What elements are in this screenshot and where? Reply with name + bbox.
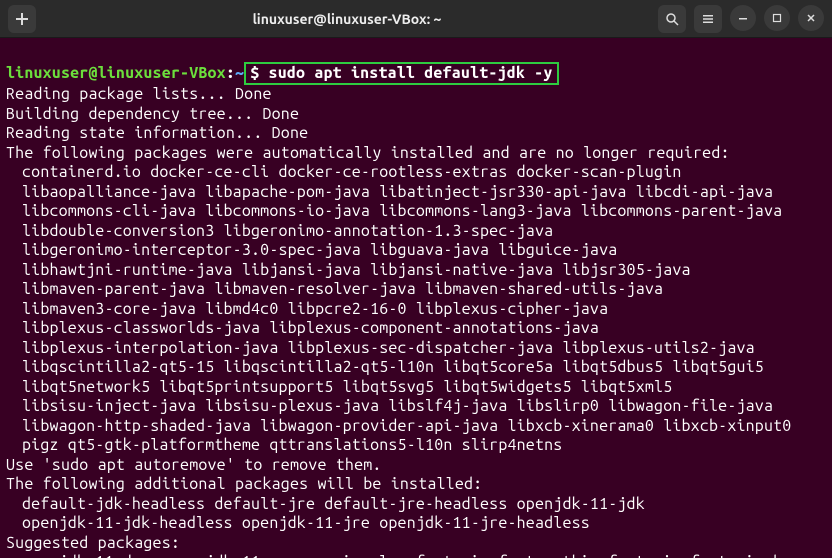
output-line: Building dependency tree... Done bbox=[6, 105, 299, 123]
output-line: openjdk-11-demo openjdk-11-source visual… bbox=[6, 553, 826, 558]
menu-button[interactable] bbox=[694, 5, 722, 33]
output-line: libsisu-inject-java libsisu-plexus-java … bbox=[6, 397, 826, 417]
new-tab-button[interactable] bbox=[8, 5, 36, 33]
output-line: libhawtjni-runtime-java libjansi-java li… bbox=[6, 261, 826, 281]
output-line: libdouble-conversion3 libgeronimo-annota… bbox=[6, 222, 826, 242]
prompt-symbol: $ bbox=[250, 64, 259, 82]
output-line: The following additional packages will b… bbox=[6, 475, 482, 493]
prompt-colon: : bbox=[226, 64, 235, 82]
output-line: libplexus-classworlds-java libplexus-com… bbox=[6, 319, 826, 339]
output-line: libaopalliance-java libapache-pom-java l… bbox=[6, 183, 826, 203]
output-line: libwagon-http-shaded-java libwagon-provi… bbox=[6, 417, 826, 437]
output-line: openjdk-11-jdk-headless openjdk-11-jre o… bbox=[6, 514, 826, 534]
terminal-viewport[interactable]: linuxuser@linuxuser-VBox:~$ sudo apt ins… bbox=[0, 38, 832, 558]
window-title: linuxuser@linuxuser-VBox: ~ bbox=[44, 11, 650, 27]
output-line: libqt5network5 libqt5printsupport5 libqt… bbox=[6, 378, 826, 398]
maximize-button[interactable] bbox=[764, 5, 790, 31]
command-highlight: $ sudo apt install default-jdk -y bbox=[244, 62, 558, 86]
minimize-button[interactable] bbox=[730, 5, 756, 31]
output-line: Reading state information... Done bbox=[6, 124, 308, 142]
search-button[interactable] bbox=[658, 5, 686, 33]
output-line: libqscintilla2-qt5-15 libqscintilla2-qt5… bbox=[6, 358, 826, 378]
output-line: pigz qt5-gtk-platformtheme qttranslation… bbox=[6, 436, 826, 456]
output-line: Reading package lists... Done bbox=[6, 85, 272, 103]
close-button[interactable] bbox=[798, 5, 824, 31]
prompt-user-host: linuxuser@linuxuser-VBox bbox=[6, 64, 226, 82]
prompt-path: ~ bbox=[235, 64, 244, 82]
prompt-line: linuxuser@linuxuser-VBox:~ $ sudo apt ins… bbox=[6, 64, 559, 82]
output-line: libmaven3-core-java libmd4c0 libpcre2-16… bbox=[6, 300, 826, 320]
output-line: The following packages were automaticall… bbox=[6, 144, 730, 162]
output-line: default-jdk-headless default-jre default… bbox=[6, 495, 826, 515]
output-line: libmaven-parent-java libmaven-resolver-j… bbox=[6, 280, 826, 300]
output-line: libgeronimo-interceptor-3.0-spec-java li… bbox=[6, 241, 826, 261]
output-line: containerd.io docker-ce-cli docker-ce-ro… bbox=[6, 163, 826, 183]
output-line: libcommons-cli-java libcommons-io-java l… bbox=[6, 202, 826, 222]
output-line: Suggested packages: bbox=[6, 534, 180, 552]
output-line: Use 'sudo apt autoremove' to remove them… bbox=[6, 456, 382, 474]
output-line: libplexus-interpolation-java libplexus-s… bbox=[6, 339, 826, 359]
command-text: sudo apt install default-jdk -y bbox=[269, 64, 553, 82]
titlebar: linuxuser@linuxuser-VBox: ~ bbox=[0, 0, 832, 38]
